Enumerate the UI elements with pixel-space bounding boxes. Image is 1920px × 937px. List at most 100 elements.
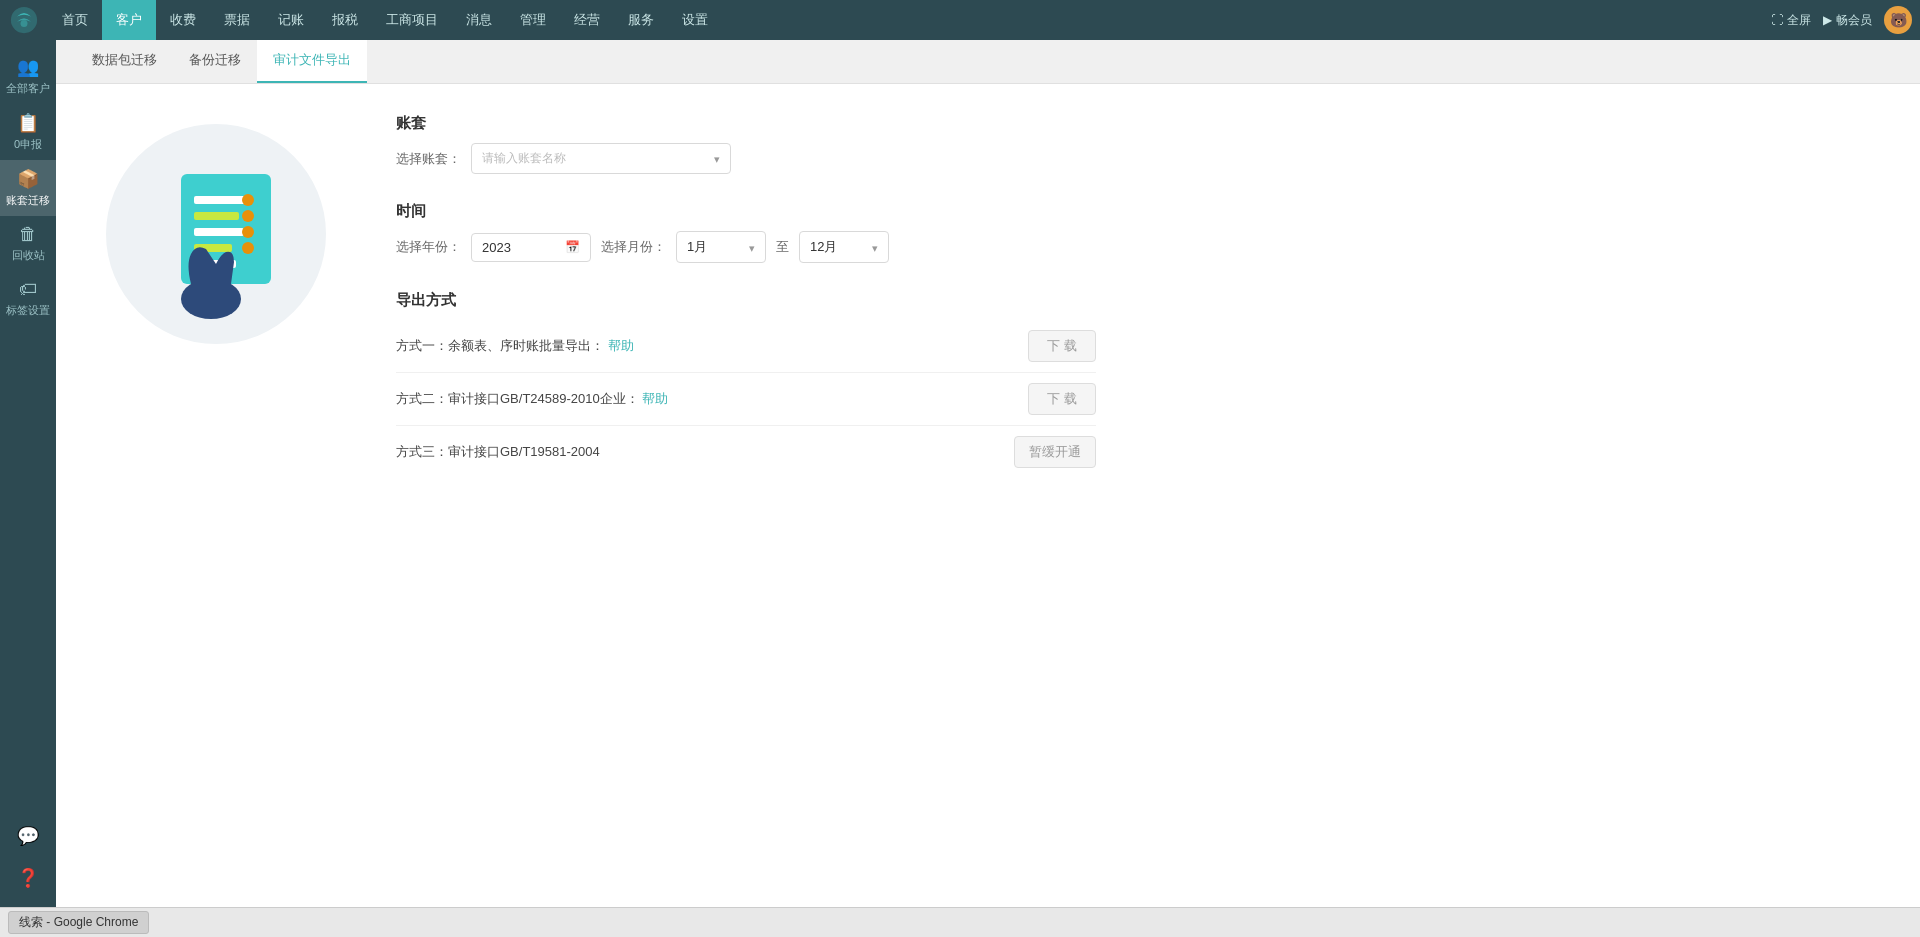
svg-point-12 bbox=[181, 279, 241, 319]
month-to-chevron-icon bbox=[872, 240, 878, 255]
top-navigation: 首页 客户 收费 票据 记账 报税 工商项目 消息 管理 经营 服务 设置 ⛶ … bbox=[0, 0, 1920, 40]
taskbar-chrome-item[interactable]: 线索 - Google Chrome bbox=[8, 911, 149, 934]
nav-customers[interactable]: 客户 bbox=[102, 0, 156, 40]
tags-icon: 🏷 bbox=[19, 279, 37, 300]
sidebar-item-migration[interactable]: 📦 账套迁移 bbox=[0, 160, 56, 216]
export-method-2: 方式二：审计接口GB/T24589-2010企业： 帮助 下 载 bbox=[396, 373, 1096, 426]
fullscreen-icon: ⛶ bbox=[1771, 13, 1783, 27]
content-area: 数据包迁移 备份迁移 审计文件导出 bbox=[56, 40, 1920, 907]
sidebar-bottom-item-1[interactable]: 💬 bbox=[9, 817, 47, 855]
svg-point-8 bbox=[242, 194, 254, 206]
account-section: 账套 选择账套： 请输入账套名称 bbox=[396, 114, 1096, 174]
tab-bar: 数据包迁移 备份迁移 审计文件导出 bbox=[56, 40, 1920, 84]
account-placeholder: 请输入账套名称 bbox=[482, 150, 566, 167]
nav-items: 首页 客户 收费 票据 记账 报税 工商项目 消息 管理 经营 服务 设置 bbox=[48, 0, 1771, 40]
svg-point-10 bbox=[242, 226, 254, 238]
export-method-3: 方式三：审计接口GB/T19581-2004 暂缓开通 bbox=[396, 426, 1096, 478]
export-method-1: 方式一：余额表、序时账批量导出： 帮助 下 载 bbox=[396, 320, 1096, 373]
method3-label: 方式三：审计接口GB/T19581-2004 bbox=[396, 444, 600, 459]
declaration-icon: 📋 bbox=[17, 112, 39, 134]
user-avatar[interactable]: 🐻 bbox=[1884, 6, 1912, 34]
fullscreen-button[interactable]: ⛶ 全屏 bbox=[1771, 12, 1811, 29]
month-from-chevron-icon bbox=[749, 240, 755, 255]
illustration-area bbox=[96, 114, 336, 354]
nav-operations[interactable]: 经营 bbox=[560, 0, 614, 40]
account-chevron-icon bbox=[714, 151, 720, 166]
nav-services[interactable]: 服务 bbox=[614, 0, 668, 40]
nav-messages[interactable]: 消息 bbox=[452, 0, 506, 40]
svg-rect-3 bbox=[194, 196, 249, 204]
method3-open-button[interactable]: 暂缓开通 bbox=[1014, 436, 1096, 468]
nav-home[interactable]: 首页 bbox=[48, 0, 102, 40]
svg-rect-5 bbox=[194, 228, 244, 236]
sidebar-item-label-migration: 账套迁移 bbox=[6, 193, 50, 208]
sidebar-item-tags[interactable]: 🏷 标签设置 bbox=[0, 271, 56, 326]
sidebar-item-label-tags: 标签设置 bbox=[6, 303, 50, 318]
member-button[interactable]: ▶ 畅会员 bbox=[1823, 12, 1872, 29]
top-nav-right: ⛶ 全屏 ▶ 畅会员 🐻 bbox=[1771, 6, 1912, 34]
nav-management[interactable]: 管理 bbox=[506, 0, 560, 40]
month-separator: 至 bbox=[776, 238, 789, 256]
month-to-value: 12月 bbox=[810, 238, 837, 256]
svg-point-11 bbox=[242, 242, 254, 254]
nav-settings[interactable]: 设置 bbox=[668, 0, 722, 40]
nav-billing[interactable]: 收费 bbox=[156, 0, 210, 40]
sidebar-item-zero-declaration[interactable]: 📋 0申报 bbox=[0, 104, 56, 160]
customers-icon: 👥 bbox=[17, 56, 39, 78]
month-to-select[interactable]: 12月 bbox=[799, 231, 889, 263]
sidebar-item-label-declaration: 0申报 bbox=[14, 137, 42, 152]
sidebar-item-all-customers[interactable]: 👥 全部客户 bbox=[0, 48, 56, 104]
sidebar-bottom-item-2[interactable]: ❓ bbox=[9, 859, 47, 897]
nav-bookkeeping[interactable]: 记账 bbox=[264, 0, 318, 40]
play-icon: ▶ bbox=[1823, 13, 1832, 27]
time-row: 选择年份： 2023 📅 选择月份： 1月 至 12月 bbox=[396, 231, 1096, 263]
calendar-icon: 📅 bbox=[565, 240, 580, 254]
account-label: 选择账套： bbox=[396, 150, 461, 168]
illustration-circle bbox=[106, 124, 326, 344]
account-section-title: 账套 bbox=[396, 114, 1096, 133]
year-label: 选择年份： bbox=[396, 238, 461, 256]
time-section-title: 时间 bbox=[396, 202, 1096, 221]
sidebar: 👥 全部客户 📋 0申报 📦 账套迁移 🗑 回收站 🏷 标签设置 💬 ❓ bbox=[0, 40, 56, 907]
method1-download-button[interactable]: 下 载 bbox=[1028, 330, 1096, 362]
export-method-2-text: 方式二：审计接口GB/T24589-2010企业： 帮助 bbox=[396, 390, 668, 408]
nav-tax[interactable]: 报税 bbox=[318, 0, 372, 40]
export-section-title: 导出方式 bbox=[396, 291, 1096, 310]
sidebar-item-label-recycle: 回收站 bbox=[12, 248, 45, 263]
tab-data-migration[interactable]: 数据包迁移 bbox=[76, 40, 173, 83]
method1-help-link[interactable]: 帮助 bbox=[608, 338, 634, 353]
month-from-select[interactable]: 1月 bbox=[676, 231, 766, 263]
nav-business[interactable]: 工商项目 bbox=[372, 0, 452, 40]
migration-icon: 📦 bbox=[17, 168, 39, 190]
account-row: 选择账套： 请输入账套名称 bbox=[396, 143, 1096, 174]
method1-label: 方式一：余额表、序时账批量导出： bbox=[396, 338, 604, 353]
time-section: 时间 选择年份： 2023 📅 选择月份： 1月 至 bbox=[396, 202, 1096, 263]
tab-audit-export[interactable]: 审计文件导出 bbox=[257, 40, 367, 83]
recycle-icon: 🗑 bbox=[19, 224, 37, 245]
nav-invoices[interactable]: 票据 bbox=[210, 0, 264, 40]
month-label: 选择月份： bbox=[601, 238, 666, 256]
method2-download-button[interactable]: 下 载 bbox=[1028, 383, 1096, 415]
year-input[interactable]: 2023 📅 bbox=[471, 233, 591, 262]
tab-backup-migration[interactable]: 备份迁移 bbox=[173, 40, 257, 83]
year-value: 2023 bbox=[482, 240, 511, 255]
member-label: 畅会员 bbox=[1836, 12, 1872, 29]
export-method-1-text: 方式一：余额表、序时账批量导出： 帮助 bbox=[396, 337, 634, 355]
sidebar-item-label-customers: 全部客户 bbox=[6, 81, 50, 96]
sidebar-item-recycle[interactable]: 🗑 回收站 bbox=[0, 216, 56, 271]
taskbar: 线索 - Google Chrome bbox=[0, 907, 1920, 937]
audit-illustration bbox=[136, 144, 296, 324]
export-method-3-text: 方式三：审计接口GB/T19581-2004 bbox=[396, 443, 600, 461]
main-layout: 👥 全部客户 📋 0申报 📦 账套迁移 🗑 回收站 🏷 标签设置 💬 ❓ 数据包… bbox=[0, 40, 1920, 907]
page-content: 账套 选择账套： 请输入账套名称 时间 选择年份： bbox=[56, 84, 1920, 907]
method2-help-link[interactable]: 帮助 bbox=[642, 391, 668, 406]
method2-label: 方式二：审计接口GB/T24589-2010企业： bbox=[396, 391, 639, 406]
month-from-value: 1月 bbox=[687, 238, 707, 256]
fullscreen-label: 全屏 bbox=[1787, 12, 1811, 29]
account-select[interactable]: 请输入账套名称 bbox=[471, 143, 731, 174]
export-section: 导出方式 方式一：余额表、序时账批量导出： 帮助 下 载 方式二：审计接口GB/… bbox=[396, 291, 1096, 478]
sidebar-bottom: 💬 ❓ bbox=[9, 817, 47, 907]
svg-point-9 bbox=[242, 210, 254, 222]
svg-point-1 bbox=[21, 20, 28, 27]
app-logo bbox=[8, 4, 40, 36]
